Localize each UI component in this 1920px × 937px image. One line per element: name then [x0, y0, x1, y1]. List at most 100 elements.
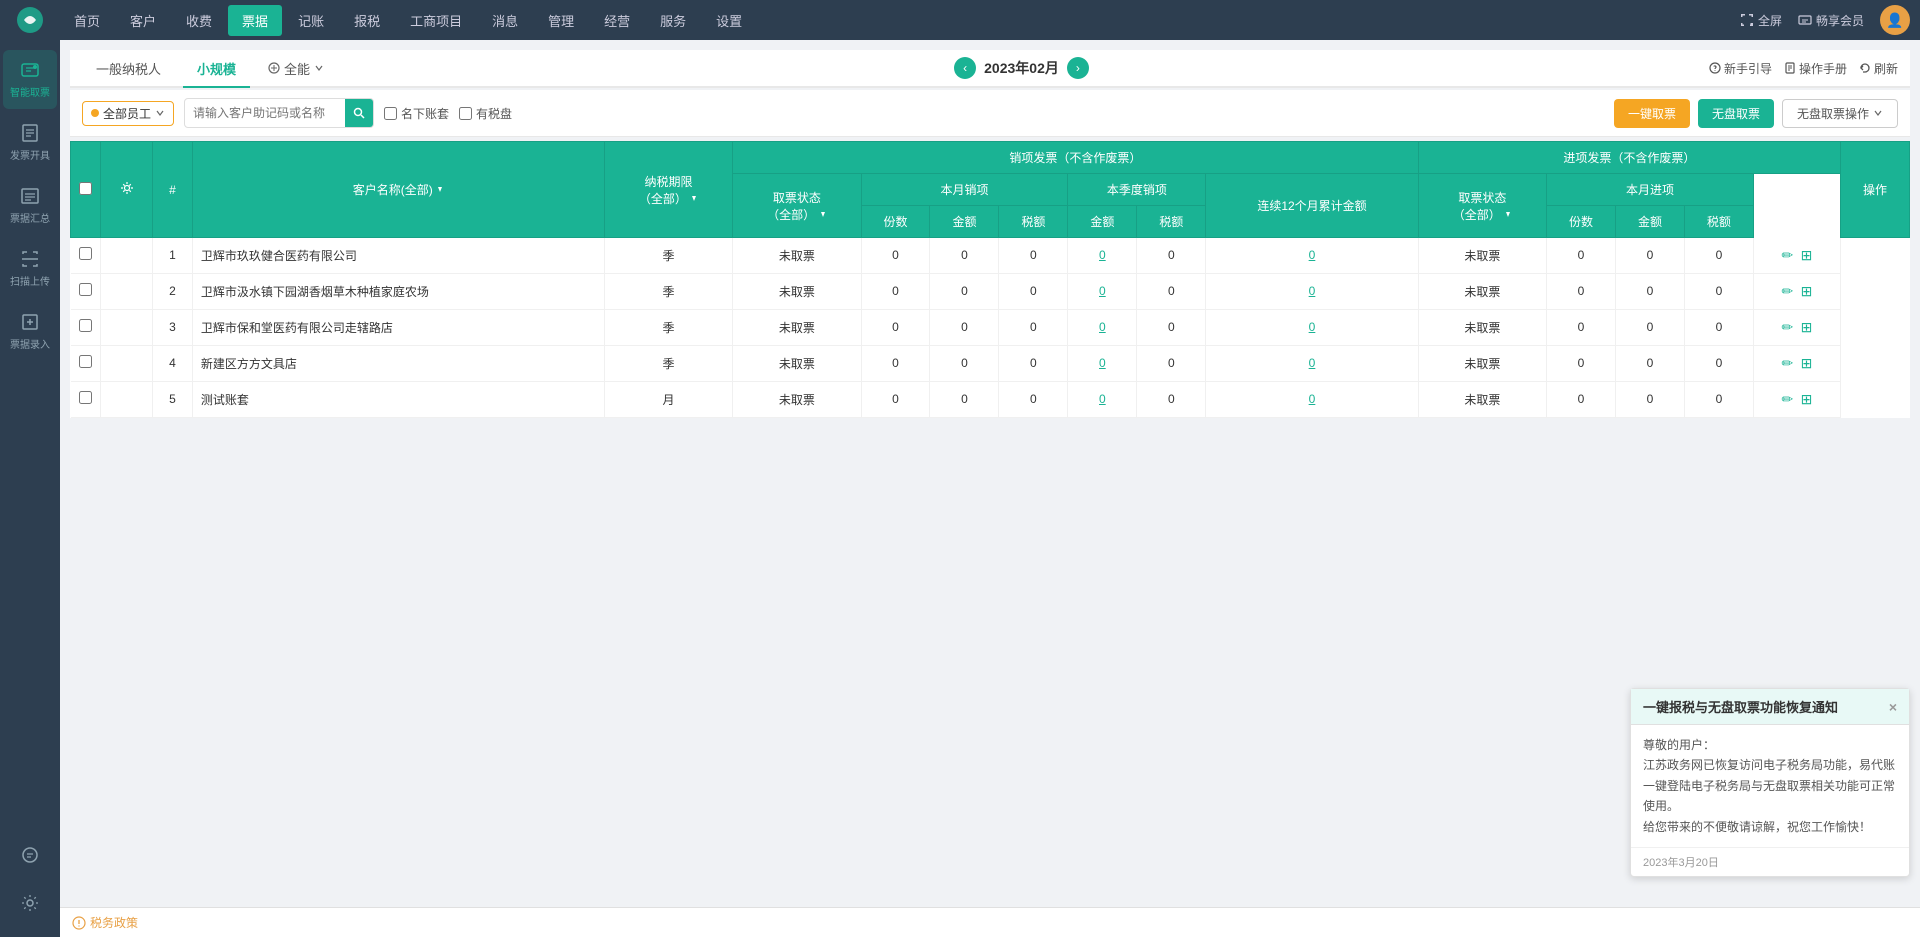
sidebar-item-summary[interactable]: 票据汇总 — [3, 176, 57, 235]
row-cum12-0: 0 — [1206, 238, 1418, 274]
toolbar-row: 全部员工 名下账套 有税盘 — [70, 90, 1910, 137]
sidebar-item-invoice[interactable]: 发票开具 — [3, 113, 57, 172]
row-sq-tax-2: 0 — [1137, 309, 1206, 345]
account-checkbox[interactable] — [384, 107, 397, 120]
row-sm-shares-2: 0 — [861, 309, 930, 345]
fullscreen-button[interactable]: 全屏 — [1740, 12, 1782, 29]
search-input[interactable] — [185, 102, 345, 124]
next-date-button[interactable]: › — [1067, 57, 1089, 79]
bottom-bar[interactable]: 税务政策 — [60, 907, 1920, 937]
new-guide-button[interactable]: 新手引导 — [1709, 60, 1772, 77]
row-index-1 — [101, 273, 153, 309]
no-disk-ops-button[interactable]: 无盘取票操作 — [1782, 99, 1898, 128]
nav-customer[interactable]: 客户 — [116, 5, 170, 36]
th-sm-shares: 份数 — [861, 206, 930, 238]
row-tax-period-0: 季 — [604, 238, 732, 274]
row-im-shares-3: 0 — [1547, 345, 1616, 381]
sidebar-item-scan[interactable]: 扫描上传 — [3, 239, 57, 298]
table-container: # 客户名称(全部) 纳税期限（全部） 销项发票（不含作废票） — [70, 141, 1910, 418]
nav-right-actions: 全屏 畅享会员 👤 — [1740, 5, 1910, 35]
nav-manage[interactable]: 管理 — [534, 5, 588, 36]
edit-button-0[interactable]: ✏ — [1780, 245, 1796, 266]
tab-small-scale[interactable]: 小规模 — [183, 51, 250, 88]
row-cum12-4: 0 — [1206, 381, 1418, 417]
nav-service[interactable]: 服务 — [646, 5, 700, 36]
row-im-shares-0: 0 — [1547, 238, 1616, 274]
edit-button-4[interactable]: ✏ — [1780, 389, 1796, 410]
nav-accounting[interactable]: 记账 — [284, 5, 338, 36]
row-checkbox-2[interactable] — [79, 319, 92, 332]
sidebar-label-summary: 票据汇总 — [10, 210, 50, 225]
row-checkbox-3[interactable] — [79, 355, 92, 368]
nav-ticket[interactable]: 票据 — [228, 5, 282, 36]
notification-title: 一键报税与无盘取票功能恢复通知 — [1643, 697, 1838, 716]
edit-button-2[interactable]: ✏ — [1780, 317, 1796, 338]
row-im-amount-4: 0 — [1616, 381, 1685, 417]
account-filter-label[interactable]: 名下账套 — [384, 105, 449, 122]
row-sm-amount-0: 0 — [930, 238, 999, 274]
table-row: 3 卫辉市保和堂医药有限公司走辖路店 季 未取票 0 0 0 0 0 0 未取票… — [71, 309, 1910, 345]
refresh-button[interactable]: 刷新 — [1859, 60, 1898, 77]
employee-filter[interactable]: 全部员工 — [82, 101, 174, 126]
th-cumulative12: 连续12个月累计金额 — [1206, 174, 1418, 238]
row-index-3 — [101, 345, 153, 381]
th-sm-amount: 金额 — [930, 206, 999, 238]
row-sq-amount-3: 0 — [1068, 345, 1137, 381]
nav-operation[interactable]: 经营 — [590, 5, 644, 36]
date-navigation: ‹ 2023年02月 › — [954, 57, 1089, 79]
search-button[interactable] — [345, 99, 373, 127]
row-sm-shares-0: 0 — [861, 238, 930, 274]
nav-tax[interactable]: 报税 — [340, 5, 394, 36]
view-button-0[interactable]: ⊞ — [1799, 245, 1815, 266]
nav-settings[interactable]: 设置 — [702, 5, 756, 36]
row-tax-period-1: 季 — [604, 273, 732, 309]
nav-business[interactable]: 工商项目 — [396, 5, 476, 36]
row-actions-2: ✏ ⊞ — [1753, 309, 1840, 345]
edit-button-1[interactable]: ✏ — [1780, 281, 1796, 302]
sidebar-item-message[interactable] — [3, 835, 57, 875]
sidebar: 智能取票 发票开具 票据汇总 扫描上传 票据录入 — [0, 40, 60, 937]
manual-button[interactable]: 操作手册 — [1784, 60, 1847, 77]
view-button-3[interactable]: ⊞ — [1799, 353, 1815, 374]
row-checkbox-4[interactable] — [79, 391, 92, 404]
nav-home[interactable]: 首页 — [60, 5, 114, 36]
row-sm-tax-2: 0 — [999, 309, 1068, 345]
row-im-tax-0: 0 — [1684, 238, 1753, 274]
notification-date: 2023年3月20日 — [1643, 857, 1719, 869]
row-index-4 — [101, 381, 153, 417]
sidebar-item-smart-ticket[interactable]: 智能取票 — [3, 50, 57, 109]
one-click-ticket-button[interactable]: 一键取票 — [1614, 99, 1690, 128]
sidebar-item-settings[interactable] — [3, 883, 57, 923]
nav-billing[interactable]: 收费 — [172, 5, 226, 36]
row-actions-3: ✏ ⊞ — [1753, 345, 1840, 381]
row-input-status-1: 未取票 — [1418, 273, 1546, 309]
th-checkbox — [71, 142, 101, 238]
row-sq-tax-1: 0 — [1137, 273, 1206, 309]
sidebar-item-entry[interactable]: 票据录入 — [3, 302, 57, 361]
user-avatar[interactable]: 👤 — [1880, 5, 1910, 35]
notification-body: 尊敬的用户： 江苏政务网已恢复访问电子税务局功能，易代账一键登陆电子税务局与无盘… — [1631, 725, 1909, 847]
th-this-month-sales: 本月销项 — [861, 174, 1068, 206]
filter-row: 全部员工 名下账套 有税盘 — [82, 98, 512, 128]
select-all-checkbox[interactable] — [79, 182, 92, 195]
edit-button-3[interactable]: ✏ — [1780, 353, 1796, 374]
nav-message[interactable]: 消息 — [478, 5, 532, 36]
view-button-2[interactable]: ⊞ — [1799, 317, 1815, 338]
row-name-0: 卫辉市玖玖健合医药有限公司 — [192, 238, 604, 274]
view-button-1[interactable]: ⊞ — [1799, 281, 1815, 302]
view-button-4[interactable]: ⊞ — [1799, 389, 1815, 410]
row-sm-tax-3: 0 — [999, 345, 1068, 381]
row-input-status-3: 未取票 — [1418, 345, 1546, 381]
row-sm-amount-2: 0 — [930, 309, 999, 345]
member-button[interactable]: 畅享会员 — [1798, 12, 1864, 29]
prev-date-button[interactable]: ‹ — [954, 57, 976, 79]
row-checkbox-0[interactable] — [79, 247, 92, 260]
app-logo[interactable] — [10, 0, 50, 40]
tax-disk-filter-label[interactable]: 有税盘 — [459, 105, 512, 122]
notification-close-button[interactable]: × — [1889, 699, 1897, 715]
tax-disk-checkbox[interactable] — [459, 107, 472, 120]
tab-all-capable[interactable]: 全能 — [258, 51, 334, 86]
tab-general-taxpayer[interactable]: 一般纳税人 — [82, 51, 175, 88]
row-checkbox-1[interactable] — [79, 283, 92, 296]
no-disk-ticket-button[interactable]: 无盘取票 — [1698, 99, 1774, 128]
